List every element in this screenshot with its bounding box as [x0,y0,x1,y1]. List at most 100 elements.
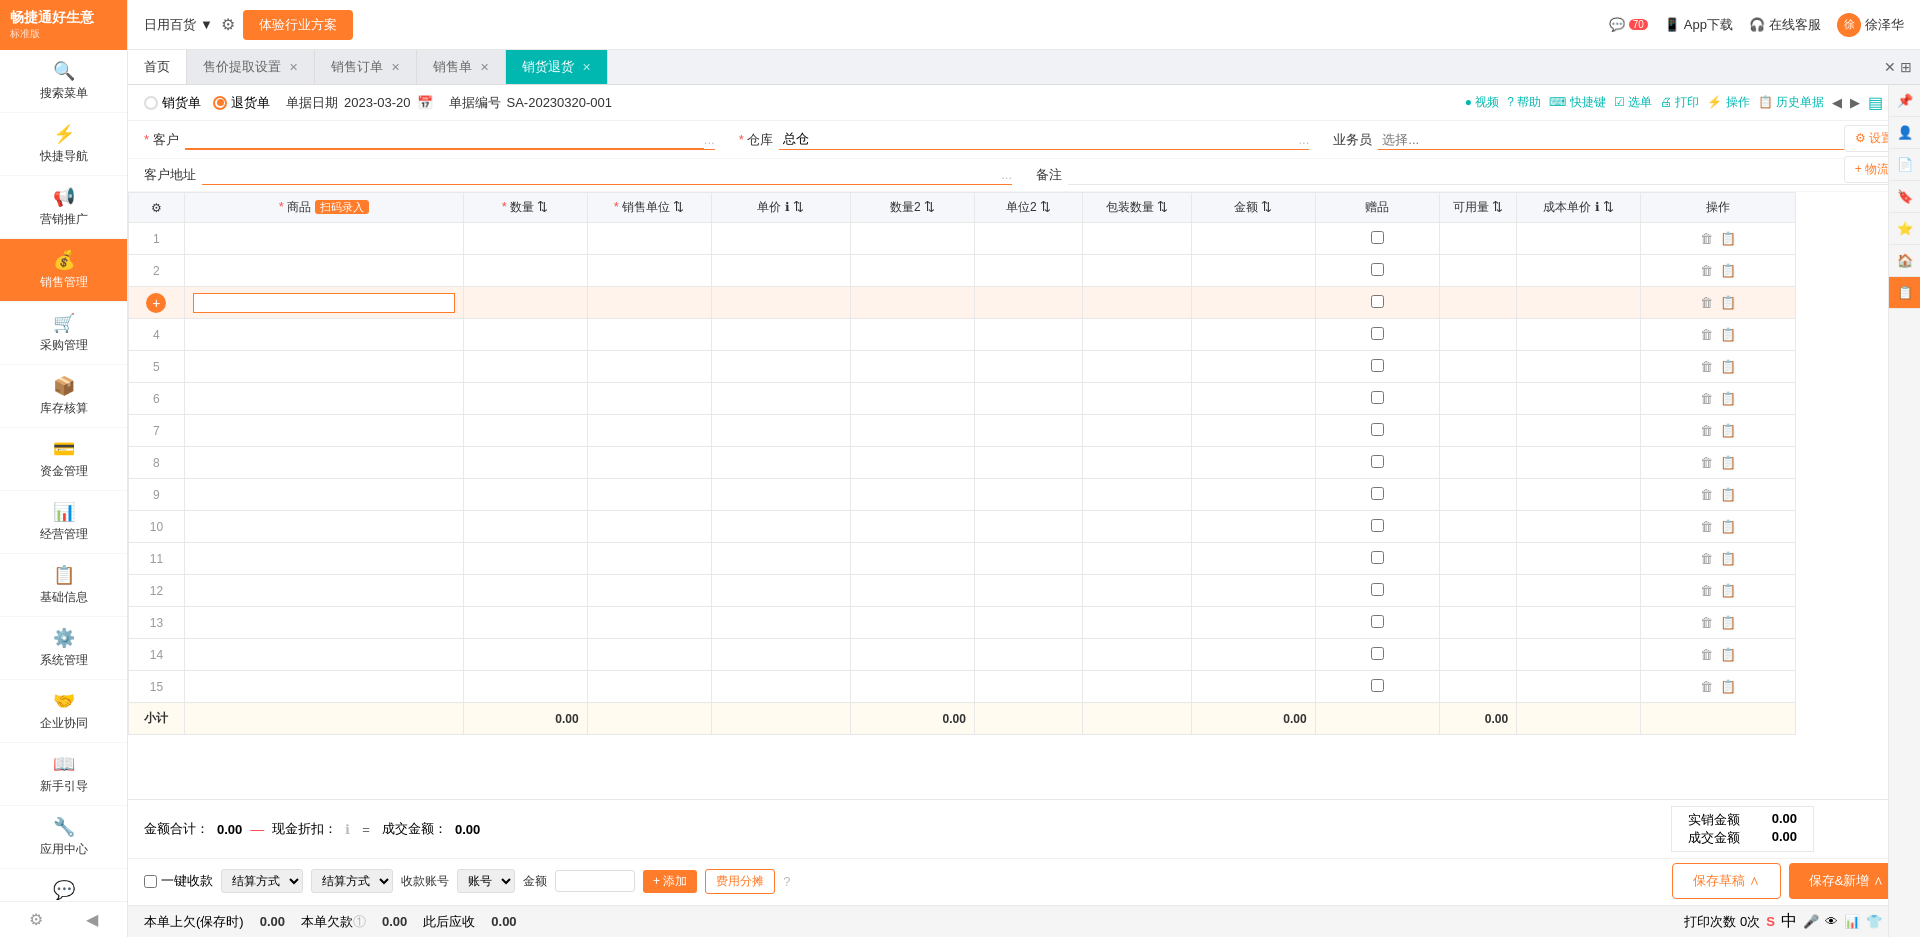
calendar-icon[interactable]: 📅 [417,95,433,110]
warehouse-dots[interactable]: ... [1299,132,1310,147]
unit2-cell-8[interactable] [974,447,1082,479]
product-cell-7[interactable] [184,415,463,447]
price-cell-4[interactable] [711,319,850,351]
cost-cell-4[interactable] [1517,319,1641,351]
float-star-icon[interactable]: ⭐ [1889,213,1920,245]
avail-cell-10[interactable] [1439,511,1516,543]
sidebar-item-2[interactable]: 📢营销推广 [0,176,127,239]
pack-cell-6[interactable] [1083,383,1191,415]
qty2-cell-8[interactable] [850,447,974,479]
qty2-cell-6[interactable] [850,383,974,415]
customer-dots[interactable]: ... [704,132,715,147]
unit2-cell-12[interactable] [974,575,1082,607]
gift-checkbox-12[interactable] [1371,583,1384,596]
delete-icon-5[interactable]: 🗑 [1700,359,1713,374]
pack-cell-7[interactable] [1083,415,1191,447]
pack-cell-1[interactable] [1083,223,1191,255]
qty-cell-7[interactable] [463,415,587,447]
online-service[interactable]: 🎧 在线客服 [1749,16,1821,34]
cost-cell-9[interactable] [1517,479,1641,511]
cost-cell-6[interactable] [1517,383,1641,415]
address-dots[interactable]: ... [1001,167,1012,182]
th-pack-sort[interactable]: ⇅ [1157,199,1168,214]
price-cell-13[interactable] [711,607,850,639]
copy-icon-11[interactable]: 📋 [1720,551,1736,566]
float-active-icon[interactable]: 📋 [1889,277,1920,309]
amount-cell-5[interactable] [1191,351,1315,383]
tab-sales-order-close-icon[interactable]: ✕ [391,61,400,74]
sidebar-item-11[interactable]: 📖新手引导 [0,743,127,806]
pack-cell-15[interactable] [1083,671,1191,703]
amount-input[interactable] [555,870,635,892]
tool4-icon[interactable]: 👕 [1866,914,1882,929]
avail-cell-13[interactable] [1439,607,1516,639]
gift-cell-3[interactable] [1315,287,1439,319]
unit2-cell-15[interactable] [974,671,1082,703]
tab-price-close-icon[interactable]: ✕ [289,61,298,74]
copy-icon-10[interactable]: 📋 [1720,519,1736,534]
qty-cell-2[interactable] [463,255,587,287]
unit2-cell-6[interactable] [974,383,1082,415]
avail-cell-4[interactable] [1439,319,1516,351]
delete-icon-13[interactable]: 🗑 [1700,615,1713,630]
amount-cell-3[interactable] [1191,287,1315,319]
unit-cell-8[interactable] [587,447,711,479]
message-center[interactable]: 💬 70 [1609,17,1648,32]
pack-cell-13[interactable] [1083,607,1191,639]
unit-cell-12[interactable] [587,575,711,607]
unit2-cell-13[interactable] [974,607,1082,639]
sidebar-item-12[interactable]: 🔧应用中心 [0,806,127,869]
qty2-cell-5[interactable] [850,351,974,383]
one-click-pay-checkbox[interactable] [144,875,157,888]
product-cell-13[interactable] [184,607,463,639]
select-btn[interactable]: ☑ 选单 [1614,94,1652,111]
nav-next-icon[interactable]: ▶ [1850,95,1860,110]
gift-cell-15[interactable] [1315,671,1439,703]
gift-checkbox-2[interactable] [1371,263,1384,276]
add-row-btn[interactable]: + [146,293,166,313]
price-cell-5[interactable] [711,351,850,383]
th-price-sort[interactable]: ⇅ [793,199,804,214]
product-cell-5[interactable] [184,351,463,383]
sidebar-item-0[interactable]: 🔍搜索菜单 [0,50,127,113]
avail-cell-14[interactable] [1439,639,1516,671]
copy-icon-4[interactable]: 📋 [1720,327,1736,342]
amount-cell-13[interactable] [1191,607,1315,639]
product-cell-8[interactable] [184,447,463,479]
gift-cell-11[interactable] [1315,543,1439,575]
amount-cell-10[interactable] [1191,511,1315,543]
copy-icon-7[interactable]: 📋 [1720,423,1736,438]
trial-button[interactable]: 体验行业方案 [243,10,353,40]
avail-cell-7[interactable] [1439,415,1516,447]
sidebar-item-13[interactable]: 💬企业微信 [0,869,127,901]
save-draft-btn[interactable]: 保存草稿 ∧ [1672,863,1781,899]
amount-cell-12[interactable] [1191,575,1315,607]
tab-sales-order[interactable]: 销售订单 ✕ [315,50,417,84]
delete-icon-4[interactable]: 🗑 [1700,327,1713,342]
unit-cell-15[interactable] [587,671,711,703]
unit-cell-5[interactable] [587,351,711,383]
amount-cell-4[interactable] [1191,319,1315,351]
price-cell-8[interactable] [711,447,850,479]
float-user-icon[interactable]: 👤 [1889,117,1920,149]
th-amount-sort[interactable]: ⇅ [1261,199,1272,214]
copy-icon-1[interactable]: 📋 [1720,231,1736,246]
gift-cell-9[interactable] [1315,479,1439,511]
payment-method-select[interactable]: 结算方式 [221,869,303,893]
avail-cell-8[interactable] [1439,447,1516,479]
cost-cell-10[interactable] [1517,511,1641,543]
float-doc-icon[interactable]: 📄 [1889,149,1920,181]
help-btn[interactable]: ? 帮助 [1507,94,1541,111]
save-new-btn[interactable]: 保存&新增 ∧ [1789,863,1904,899]
qty2-cell-7[interactable] [850,415,974,447]
operate-btn[interactable]: ⚡ 操作 [1707,94,1749,111]
unit-cell-3[interactable] [587,287,711,319]
qty-cell-10[interactable] [463,511,587,543]
app-download[interactable]: 📱 App下载 [1664,16,1733,34]
sidebar-item-10[interactable]: 🤝企业协同 [0,680,127,743]
date-value[interactable]: 2023-03-20 [344,95,411,110]
copy-icon-15[interactable]: 📋 [1720,679,1736,694]
product-cell-3[interactable] [184,287,463,319]
qty2-cell-10[interactable] [850,511,974,543]
copy-icon-9[interactable]: 📋 [1720,487,1736,502]
